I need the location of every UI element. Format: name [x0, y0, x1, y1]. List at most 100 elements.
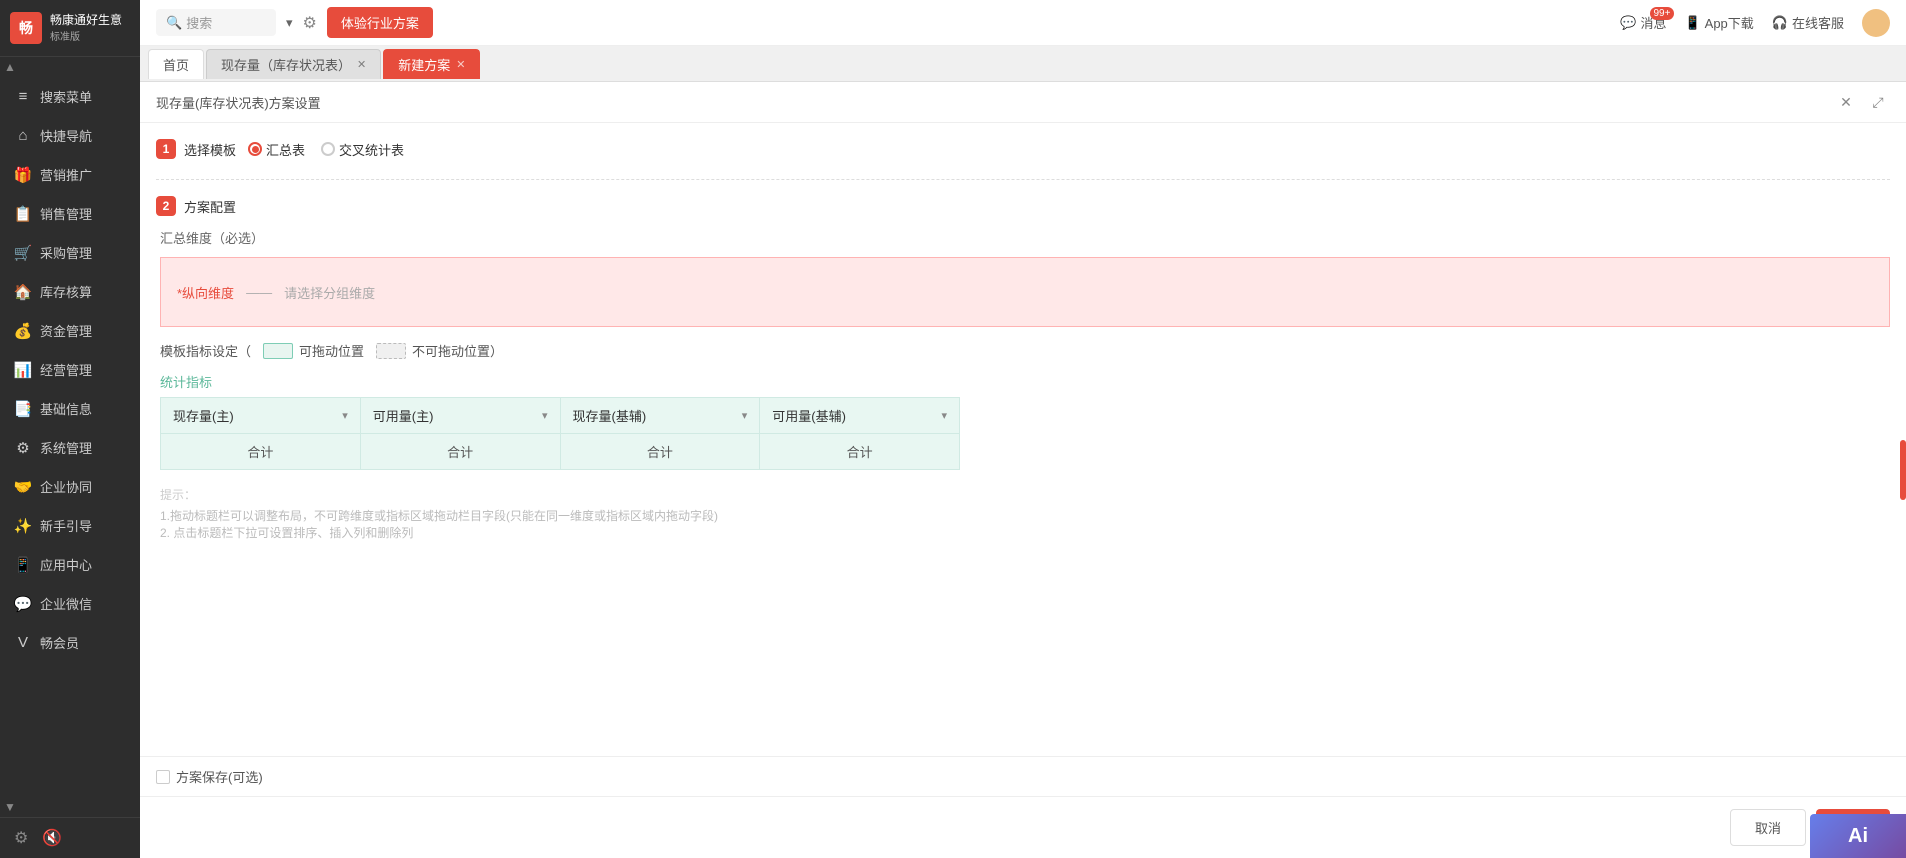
radio-summary[interactable]: 汇总表: [248, 140, 305, 159]
tab-inventory-close-icon[interactable]: ✕: [357, 58, 366, 71]
stats-col-2-header[interactable]: 可用量(主) ▾: [361, 398, 560, 434]
sound-icon[interactable]: 🔇: [42, 828, 62, 848]
panel-header: 现存量(库存状况表)方案设置 ✕ ⤢: [140, 82, 1906, 123]
sidebar-item-system[interactable]: ⚙ 系统管理: [0, 428, 140, 467]
system-icon: ⚙: [14, 439, 32, 457]
topbar-search[interactable]: 🔍 搜索: [156, 9, 276, 36]
sidebar-item-new-guide[interactable]: ✨ 新手引导: [0, 506, 140, 545]
topbar-gear-icon[interactable]: ⚙: [303, 13, 317, 33]
cancel-button[interactable]: 取消: [1730, 809, 1806, 846]
sidebar-item-inventory[interactable]: 🏠 库存核算: [0, 272, 140, 311]
online-service-item[interactable]: 🎧 在线客服: [1772, 13, 1844, 32]
sidebar-item-label: 采购管理: [40, 243, 92, 262]
stats-col-1: 现存量(主) ▾ 合计: [161, 398, 361, 469]
drag-indicator: 可拖动位置: [263, 341, 364, 360]
sidebar-item-sales[interactable]: 📋 销售管理: [0, 194, 140, 233]
trial-button[interactable]: 体验行业方案: [327, 7, 433, 38]
topbar-left: 🔍 搜索 ▾ ⚙ 体验行业方案: [156, 7, 433, 38]
form-container: 1 选择模板 汇总表 交叉统计表: [140, 123, 1906, 756]
tab-home-label: 首页: [163, 55, 189, 74]
tips-title: 提示：: [160, 486, 1890, 503]
topbar-right: 💬 消息 99+ 📱 App下载 🎧 在线客服: [1620, 9, 1890, 37]
sidebar-bottom: ⚙ 🔇: [0, 817, 140, 858]
chevron-down-icon-4: ▾: [941, 409, 947, 422]
tip-item-1: 1.拖动标题栏可以调整布局，不可跨维度或指标区域拖动栏目字段(只能在同一维度或指…: [160, 507, 1890, 524]
save-checkbox-label[interactable]: 方案保存(可选): [156, 767, 263, 786]
stats-col-1-body: 合计: [161, 434, 360, 469]
footer-buttons: 取消 查询: [140, 796, 1906, 858]
step2-header: 2 方案配置: [156, 196, 1890, 216]
stats-col-3-header[interactable]: 现存量(基辅) ▾: [561, 398, 760, 434]
chevron-down-icon-2: ▾: [542, 409, 548, 422]
scroll-up-arrow[interactable]: ▲: [0, 57, 20, 77]
sidebar-item-marketing[interactable]: 🎁 营销推广: [0, 155, 140, 194]
operations-icon: 📊: [14, 361, 32, 379]
sidebar-item-app-center[interactable]: 📱 应用中心: [0, 545, 140, 584]
logo-icon: 畅: [10, 12, 42, 44]
sidebar-item-label: 畅会员: [40, 633, 79, 652]
purchase-icon: 🛒: [14, 244, 32, 262]
stats-col-4-body: 合计: [760, 434, 959, 469]
stats-col-3-body: 合计: [561, 434, 760, 469]
stats-col-1-header[interactable]: 现存量(主) ▾: [161, 398, 360, 434]
sidebar-item-basic-info[interactable]: 📑 基础信息: [0, 389, 140, 428]
pink-box-content: *纵向维度 —— 请选择分组维度: [177, 283, 375, 302]
pink-box-dash: ——: [246, 285, 272, 300]
app-version: 标准版: [50, 28, 122, 43]
sidebar-item-label: 快捷导航: [40, 126, 92, 145]
right-scroll-hint: [1900, 440, 1906, 500]
sidebar-item-label: 营销推广: [40, 165, 92, 184]
sidebar-item-quick-nav[interactable]: ⌂ 快捷导航: [0, 116, 140, 155]
tab-home[interactable]: 首页: [148, 49, 204, 79]
save-checkbox-text: 方案保存(可选): [176, 767, 263, 786]
radio-cross[interactable]: 交叉统计表: [321, 140, 404, 159]
stats-col-2: 可用量(主) ▾ 合计: [361, 398, 561, 469]
stats-table-header: 现存量(主) ▾ 合计 可用量(主) ▾ 合计: [161, 398, 959, 469]
ai-label: Ai: [1848, 825, 1868, 848]
panel-expand-btn[interactable]: ⤢: [1866, 90, 1890, 114]
tip-item-2: 2. 点击标题栏下拉可设置排序、插入列和删除列: [160, 524, 1890, 541]
sidebar: 畅 畅康通好生意 标准版 ▲ ≡ 搜索菜单 ⌂ 快捷导航 🎁 营销推广 📋 销售…: [0, 0, 140, 858]
radio-summary-label: 汇总表: [266, 140, 305, 159]
save-checkbox[interactable]: [156, 770, 170, 784]
sidebar-item-finance[interactable]: 💰 资金管理: [0, 311, 140, 350]
sidebar-item-wechat[interactable]: 💬 企业微信: [0, 584, 140, 623]
sidebar-item-purchase[interactable]: 🛒 采购管理: [0, 233, 140, 272]
tab-inventory-status[interactable]: 现存量（库存状况表） ✕: [206, 49, 381, 79]
step2-title: 方案配置: [184, 197, 236, 216]
sidebar-item-label: 搜索菜单: [40, 87, 92, 106]
online-service-label: 在线客服: [1792, 13, 1844, 32]
tab-new-plan[interactable]: 新建方案 ✕: [383, 49, 480, 79]
panel-title: 现存量(库存状况表)方案设置: [156, 93, 321, 112]
chevron-down-icon-3: ▾: [742, 409, 748, 422]
search-menu-icon: ≡: [14, 88, 32, 106]
vertical-dim-label: *纵向维度: [177, 283, 234, 302]
sidebar-item-cooperation[interactable]: 🤝 企业协同: [0, 467, 140, 506]
radio-summary-circle: [248, 142, 262, 156]
app-download-icon: 📱: [1684, 15, 1700, 31]
message-icon: 💬: [1620, 15, 1636, 31]
ai-float-button[interactable]: Ai: [1810, 814, 1906, 858]
step2-badge: 2: [156, 196, 176, 216]
message-item[interactable]: 💬 消息 99+: [1620, 13, 1666, 32]
wechat-icon: 💬: [14, 595, 32, 613]
app-download-item[interactable]: 📱 App下载: [1684, 13, 1753, 32]
pink-dimension-box[interactable]: *纵向维度 —— 请选择分组维度: [160, 257, 1890, 327]
topbar-dropdown-btn[interactable]: ▾: [286, 15, 293, 31]
sidebar-item-member[interactable]: V 畅会员: [0, 623, 140, 662]
scroll-down-arrow[interactable]: ▼: [0, 797, 20, 817]
sidebar-item-label: 库存核算: [40, 282, 92, 301]
panel-close-btn[interactable]: ✕: [1834, 90, 1858, 114]
stats-col-4-header[interactable]: 可用量(基辅) ▾: [760, 398, 959, 434]
stats-col-2-body: 合计: [361, 434, 560, 469]
sidebar-item-operations[interactable]: 📊 经营管理: [0, 350, 140, 389]
avatar[interactable]: [1862, 9, 1890, 37]
settings-icon[interactable]: ⚙: [14, 828, 28, 848]
no-drag-indicator: 不可拖动位置）: [376, 341, 503, 360]
sidebar-item-search-menu[interactable]: ≡ 搜索菜单: [0, 77, 140, 116]
drag-box: [263, 343, 293, 359]
dim-label: 汇总维度（必选）: [160, 228, 1890, 247]
tab-new-plan-close-icon[interactable]: ✕: [456, 58, 465, 71]
tab-new-plan-label: 新建方案: [398, 55, 450, 74]
drag-label: 可拖动位置: [299, 341, 364, 360]
